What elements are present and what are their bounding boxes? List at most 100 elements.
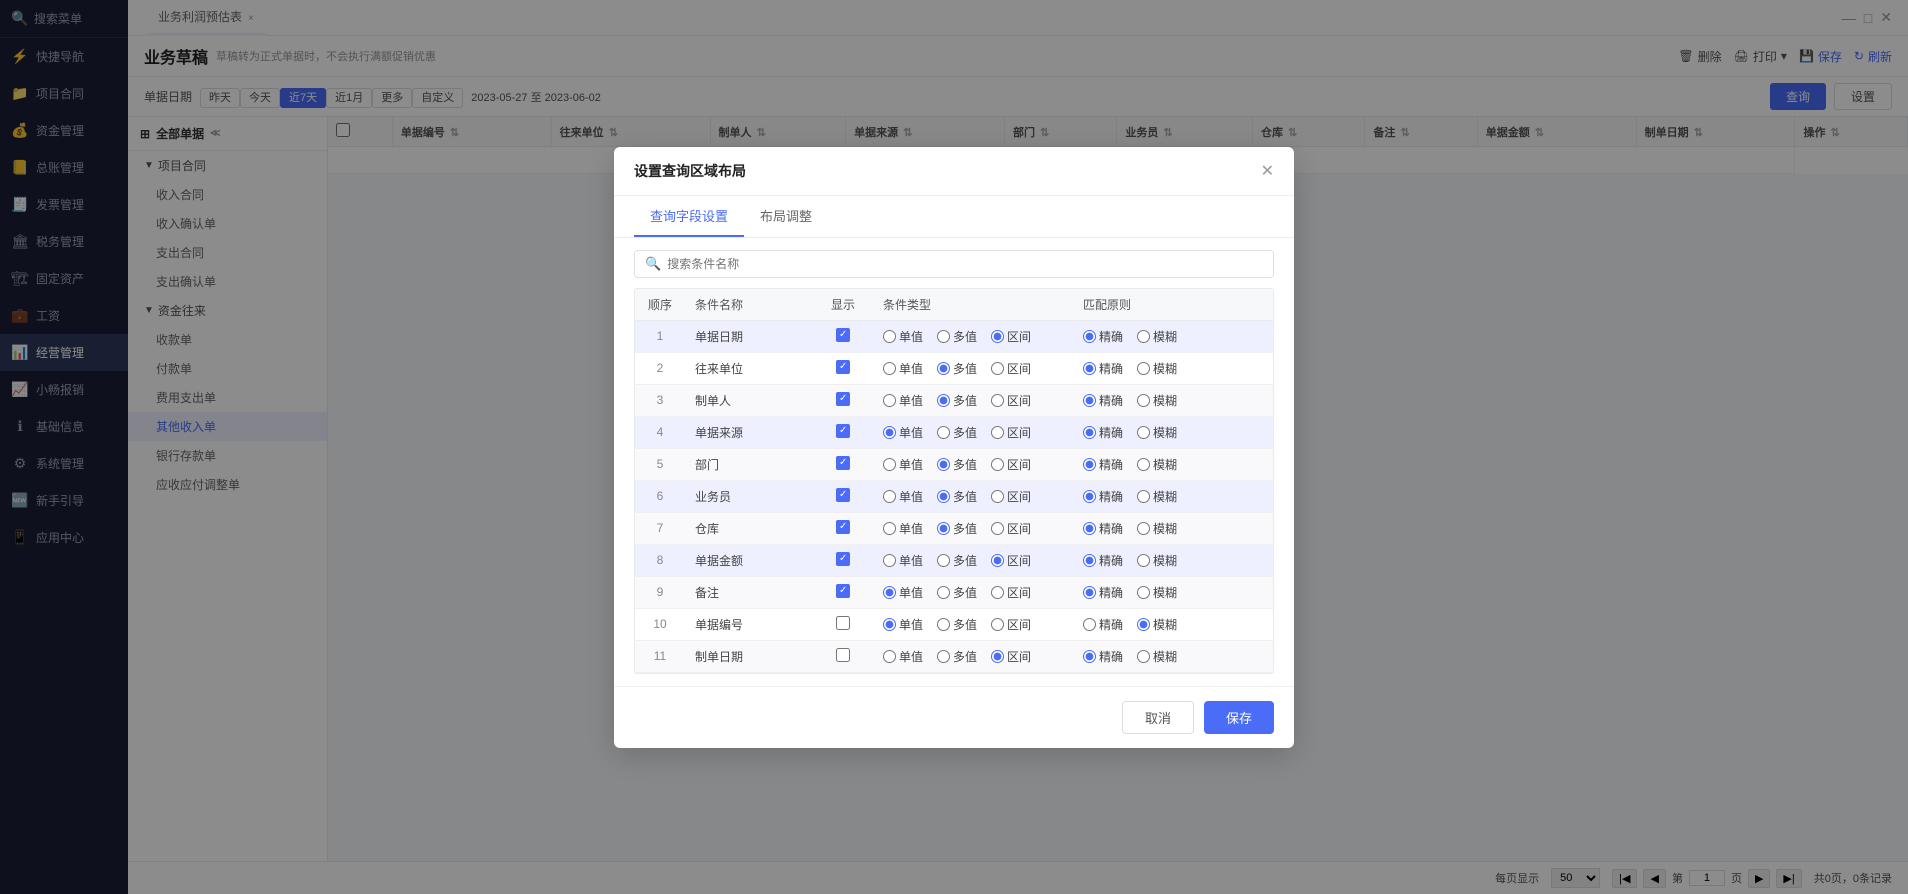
type-option-多值-8[interactable]: 多值: [937, 552, 977, 569]
show-checkbox-5[interactable]: [836, 456, 850, 470]
type-option-多值-4[interactable]: 多值: [937, 424, 977, 441]
match-option-模糊-9[interactable]: 模糊: [1137, 584, 1177, 601]
match-option-模糊-2[interactable]: 模糊: [1137, 360, 1177, 377]
show-checkbox-7[interactable]: [836, 520, 850, 534]
type-radio-多值-6[interactable]: [937, 490, 950, 503]
type-option-多值-5[interactable]: 多值: [937, 456, 977, 473]
type-radio-多值-1[interactable]: [937, 330, 950, 343]
match-radio-精确-2[interactable]: [1083, 362, 1096, 375]
type-option-多值-7[interactable]: 多值: [937, 520, 977, 537]
tab-layout[interactable]: 布局调整: [744, 196, 828, 237]
show-checkbox-8[interactable]: [836, 552, 850, 566]
type-radio-区间-10[interactable]: [991, 618, 1004, 631]
match-option-精确-8[interactable]: 精确: [1083, 552, 1123, 569]
type-option-多值-10[interactable]: 多值: [937, 616, 977, 633]
type-option-单值-7[interactable]: 单值: [883, 520, 923, 537]
type-option-单值-2[interactable]: 单值: [883, 360, 923, 377]
row-show-8[interactable]: [813, 544, 873, 576]
match-radio-精确-8[interactable]: [1083, 554, 1096, 567]
type-radio-单值-8[interactable]: [883, 554, 896, 567]
type-radio-单值-5[interactable]: [883, 458, 896, 471]
row-show-9[interactable]: [813, 576, 873, 608]
type-radio-单值-9[interactable]: [883, 586, 896, 599]
row-show-5[interactable]: [813, 448, 873, 480]
match-radio-精确-1[interactable]: [1083, 330, 1096, 343]
type-radio-多值-4[interactable]: [937, 426, 950, 439]
type-option-区间-10[interactable]: 区间: [991, 616, 1031, 633]
match-option-模糊-7[interactable]: 模糊: [1137, 520, 1177, 537]
tab-field-settings[interactable]: 查询字段设置: [634, 196, 744, 237]
match-option-精确-6[interactable]: 精确: [1083, 488, 1123, 505]
match-radio-精确-9[interactable]: [1083, 586, 1096, 599]
type-option-区间-3[interactable]: 区间: [991, 392, 1031, 409]
row-show-1[interactable]: [813, 320, 873, 352]
type-option-多值-3[interactable]: 多值: [937, 392, 977, 409]
match-option-精确-1[interactable]: 精确: [1083, 328, 1123, 345]
match-radio-模糊-4[interactable]: [1137, 426, 1150, 439]
type-option-单值-10[interactable]: 单值: [883, 616, 923, 633]
match-radio-精确-7[interactable]: [1083, 522, 1096, 535]
row-show-10[interactable]: [813, 608, 873, 640]
type-radio-单值-6[interactable]: [883, 490, 896, 503]
match-option-精确-11[interactable]: 精确: [1083, 648, 1123, 665]
match-radio-模糊-6[interactable]: [1137, 490, 1150, 503]
row-show-7[interactable]: [813, 512, 873, 544]
type-radio-区间-7[interactable]: [991, 522, 1004, 535]
type-radio-区间-4[interactable]: [991, 426, 1004, 439]
type-option-单值-11[interactable]: 单值: [883, 648, 923, 665]
match-option-精确-5[interactable]: 精确: [1083, 456, 1123, 473]
type-option-区间-2[interactable]: 区间: [991, 360, 1031, 377]
row-show-2[interactable]: [813, 352, 873, 384]
match-radio-模糊-5[interactable]: [1137, 458, 1150, 471]
match-option-精确-4[interactable]: 精确: [1083, 424, 1123, 441]
type-radio-单值-2[interactable]: [883, 362, 896, 375]
type-radio-单值-7[interactable]: [883, 522, 896, 535]
type-radio-单值-10[interactable]: [883, 618, 896, 631]
match-option-模糊-4[interactable]: 模糊: [1137, 424, 1177, 441]
match-radio-精确-3[interactable]: [1083, 394, 1096, 407]
match-radio-模糊-9[interactable]: [1137, 586, 1150, 599]
type-radio-多值-2[interactable]: [937, 362, 950, 375]
show-checkbox-4[interactable]: [836, 424, 850, 438]
show-checkbox-3[interactable]: [836, 392, 850, 406]
match-radio-模糊-7[interactable]: [1137, 522, 1150, 535]
match-radio-模糊-8[interactable]: [1137, 554, 1150, 567]
match-radio-模糊-10[interactable]: [1137, 618, 1150, 631]
type-option-单值-1[interactable]: 单值: [883, 328, 923, 345]
type-radio-区间-3[interactable]: [991, 394, 1004, 407]
type-option-单值-9[interactable]: 单值: [883, 584, 923, 601]
type-option-多值-11[interactable]: 多值: [937, 648, 977, 665]
match-option-精确-2[interactable]: 精确: [1083, 360, 1123, 377]
type-option-单值-6[interactable]: 单值: [883, 488, 923, 505]
show-checkbox-11[interactable]: [836, 648, 850, 662]
type-option-区间-1[interactable]: 区间: [991, 328, 1031, 345]
type-option-区间-11[interactable]: 区间: [991, 648, 1031, 665]
match-radio-模糊-2[interactable]: [1137, 362, 1150, 375]
type-option-区间-8[interactable]: 区间: [991, 552, 1031, 569]
type-radio-单值-1[interactable]: [883, 330, 896, 343]
match-radio-模糊-1[interactable]: [1137, 330, 1150, 343]
type-option-区间-6[interactable]: 区间: [991, 488, 1031, 505]
match-radio-精确-6[interactable]: [1083, 490, 1096, 503]
show-checkbox-1[interactable]: [836, 328, 850, 342]
match-option-模糊-10[interactable]: 模糊: [1137, 616, 1177, 633]
type-radio-区间-1[interactable]: [991, 330, 1004, 343]
type-radio-单值-3[interactable]: [883, 394, 896, 407]
type-radio-区间-11[interactable]: [991, 650, 1004, 663]
show-checkbox-6[interactable]: [836, 488, 850, 502]
type-option-单值-4[interactable]: 单值: [883, 424, 923, 441]
row-show-3[interactable]: [813, 384, 873, 416]
type-option-单值-3[interactable]: 单值: [883, 392, 923, 409]
modal-save-button[interactable]: 保存: [1204, 701, 1274, 734]
condition-search-input[interactable]: [667, 257, 1263, 271]
type-radio-区间-6[interactable]: [991, 490, 1004, 503]
match-radio-精确-10[interactable]: [1083, 618, 1096, 631]
show-checkbox-10[interactable]: [836, 616, 850, 630]
type-option-区间-9[interactable]: 区间: [991, 584, 1031, 601]
type-radio-多值-10[interactable]: [937, 618, 950, 631]
row-show-4[interactable]: [813, 416, 873, 448]
type-option-多值-9[interactable]: 多值: [937, 584, 977, 601]
match-radio-精确-5[interactable]: [1083, 458, 1096, 471]
modal-overlay[interactable]: 设置查询区域布局 ✕ 查询字段设置 布局调整 🔍 顺序 条件名称 显示: [0, 0, 1908, 894]
type-option-单值-8[interactable]: 单值: [883, 552, 923, 569]
